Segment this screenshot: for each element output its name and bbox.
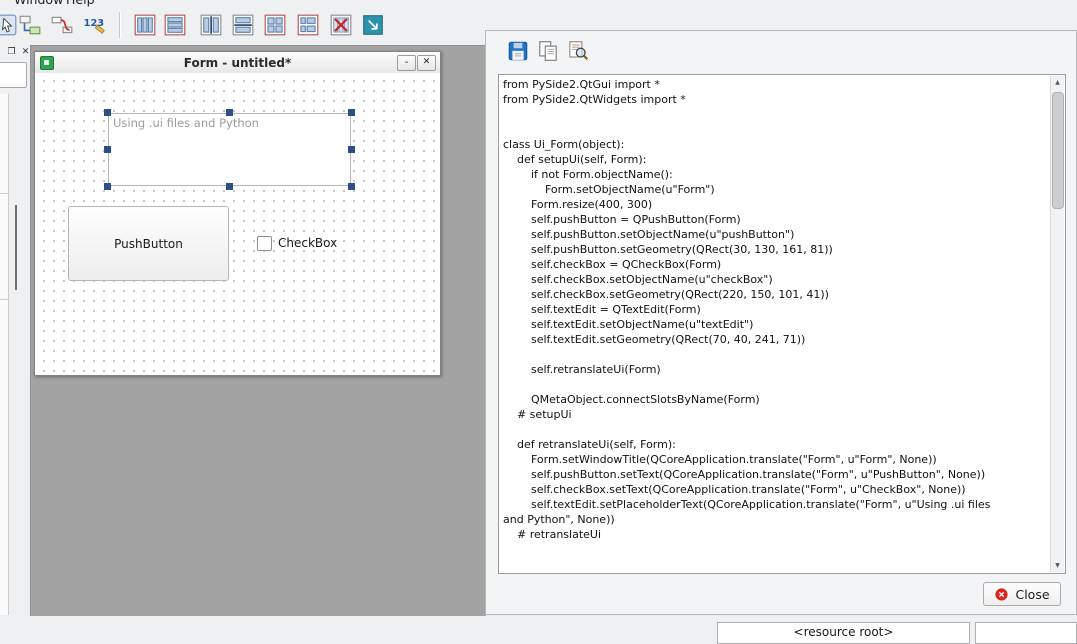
copy-icon[interactable]: [536, 39, 560, 63]
adjust-size-icon[interactable]: [361, 13, 385, 37]
scrollbar-thumb[interactable]: [1052, 92, 1064, 209]
layout-vertical-splitter-icon[interactable]: [231, 13, 255, 37]
code-line: def setupUi(self, Form):: [503, 152, 1048, 167]
scroll-down-icon[interactable]: ▼: [1051, 559, 1064, 572]
code-line: self.checkBox.setText(QCoreApplication.t…: [503, 482, 1048, 497]
edit-buddies-icon[interactable]: [50, 13, 74, 37]
svg-text:123: 123: [84, 18, 105, 29]
scroll-up-icon[interactable]: ▲: [1051, 76, 1064, 89]
code-line: [503, 377, 1048, 392]
close-button-label: Close: [1015, 587, 1049, 602]
edit-signals-slots-icon[interactable]: [18, 13, 42, 37]
layout-vertical-icon[interactable]: [163, 13, 187, 37]
code-line: from PySide2.QtGui import *: [503, 77, 1048, 92]
code-line: self.checkBox.setGeometry(QRect(220, 150…: [503, 287, 1048, 302]
code-line: self.textEdit.setGeometry(QRect(70, 40, …: [503, 332, 1048, 347]
code-line: [503, 122, 1048, 137]
menubar: Window Help: [0, 0, 300, 8]
code-line: # setupUi: [503, 407, 1048, 422]
code-line: class Ui_Form(object):: [503, 137, 1048, 152]
resource-panel-fragment: [975, 622, 1077, 644]
form-window-titlebar[interactable]: Form - untitled* - ✕: [35, 52, 440, 74]
menu-window[interactable]: Window: [14, 0, 63, 7]
code-line: self.pushButton.setGeometry(QRect(30, 13…: [503, 242, 1048, 257]
code-line: QMetaObject.connectSlotsByName(Form): [503, 392, 1048, 407]
layout-horizontal-splitter-icon[interactable]: [199, 13, 223, 37]
close-button[interactable]: Close: [983, 582, 1061, 606]
selection-handle[interactable]: [104, 109, 111, 116]
checkbox-indicator[interactable]: [257, 236, 272, 251]
edit-tab-order-icon[interactable]: 123: [82, 13, 106, 37]
code-line: if not Form.objectName():: [503, 167, 1048, 182]
code-line: Form.setObjectName(u"Form"): [503, 182, 1048, 197]
selection-handle[interactable]: [226, 183, 233, 190]
dock-float-icon[interactable]: ❐: [5, 46, 18, 59]
code-preview-dialog: from PySide2.QtGui import *from PySide2.…: [485, 30, 1077, 615]
qt-designer-window: Window Help 123: [0, 0, 1077, 638]
break-layout-icon[interactable]: [329, 13, 353, 37]
layout-horizontal-icon[interactable]: [133, 13, 157, 37]
code-line: [503, 347, 1048, 362]
textedit-widget[interactable]: Using .ui files and Python: [108, 113, 351, 186]
close-circle-icon: [994, 587, 1009, 602]
form-designer-window[interactable]: Form - untitled* - ✕ Using .ui files and…: [34, 51, 441, 376]
selection-handle[interactable]: [104, 183, 111, 190]
code-line: self.pushButton.setText(QCoreApplication…: [503, 467, 1048, 482]
code-line: # retranslateUi: [503, 527, 1048, 542]
layout-grid-icon[interactable]: [263, 13, 287, 37]
widget-box-list-fragment: [0, 94, 9, 615]
checkbox-widget[interactable]: CheckBox: [257, 230, 337, 256]
selection-handle[interactable]: [348, 109, 355, 116]
code-line: Form.setWindowTitle(QCoreApplication.tra…: [503, 452, 1048, 467]
pushbutton-widget[interactable]: PushButton: [68, 206, 229, 281]
find-icon[interactable]: [566, 39, 590, 63]
checkbox-label: CheckBox: [278, 236, 337, 250]
selection-handle[interactable]: [226, 109, 233, 116]
layout-form-icon[interactable]: [296, 13, 320, 37]
save-icon[interactable]: [506, 39, 530, 63]
widget-box-separator: [0, 299, 8, 300]
form-window-title: Form - untitled*: [35, 56, 440, 70]
menu-help[interactable]: Help: [66, 0, 95, 7]
code-line: self.textEdit = QTextEdit(Form): [503, 302, 1048, 317]
selection-handle[interactable]: [104, 146, 111, 153]
code-line: self.textEdit.setObjectName(u"textEdit"): [503, 317, 1048, 332]
mdi-area: Form - untitled* - ✕ Using .ui files and…: [30, 45, 486, 616]
code-line: from PySide2.QtWidgets import *: [503, 92, 1048, 107]
code-line: self.checkBox.setObjectName(u"checkBox"): [503, 272, 1048, 287]
widget-filter-input[interactable]: [0, 62, 27, 88]
form-minimize-button[interactable]: -: [397, 55, 416, 71]
code-line: [503, 422, 1048, 437]
toolbar-separator: [119, 12, 121, 38]
code-line: self.pushButton = QPushButton(Form): [503, 212, 1048, 227]
edit-widgets-icon[interactable]: [0, 13, 18, 37]
code-line: def retranslateUi(self, Form):: [503, 437, 1048, 452]
code-line: Form.resize(400, 300): [503, 197, 1048, 212]
code-view[interactable]: from PySide2.QtGui import *from PySide2.…: [498, 74, 1066, 574]
selection-handle[interactable]: [348, 146, 355, 153]
code-line: [503, 107, 1048, 122]
form-canvas[interactable]: Using .ui files and Python PushButton Ch…: [35, 73, 440, 375]
code-vertical-scrollbar[interactable]: ▲ ▼: [1050, 76, 1064, 572]
widget-box-scrollbar[interactable]: [15, 205, 17, 290]
code-line: and Python", None)): [503, 512, 1048, 527]
code-line: self.pushButton.setObjectName(u"pushButt…: [503, 227, 1048, 242]
form-close-button[interactable]: ✕: [417, 55, 436, 71]
code-lines: from PySide2.QtGui import *from PySide2.…: [503, 77, 1048, 542]
selection-handle[interactable]: [348, 183, 355, 190]
code-line: self.textEdit.setPlaceholderText(QCoreAp…: [503, 497, 1048, 512]
resource-root-item[interactable]: <resource root>: [717, 622, 970, 644]
code-line: self.checkBox = QCheckBox(Form): [503, 257, 1048, 272]
code-line: self.retranslateUi(Form): [503, 362, 1048, 377]
widget-box-separator: [0, 193, 8, 194]
textedit-placeholder: Using .ui files and Python: [113, 116, 259, 130]
